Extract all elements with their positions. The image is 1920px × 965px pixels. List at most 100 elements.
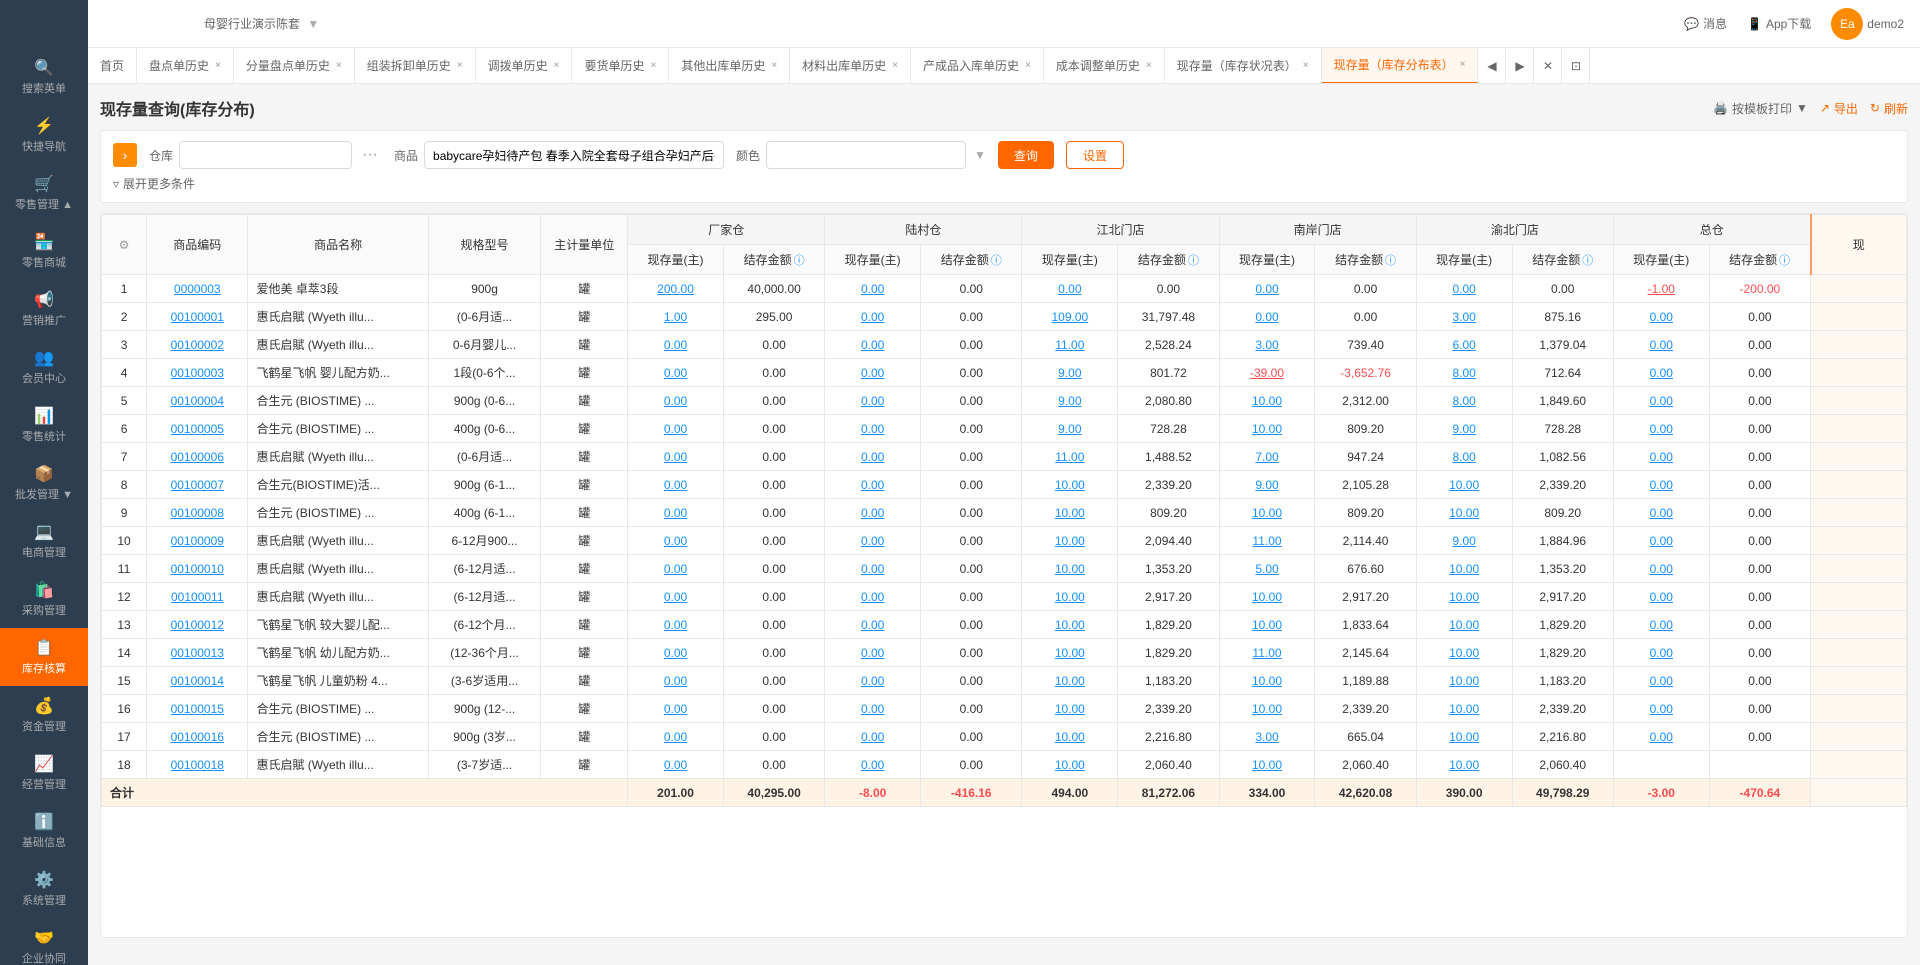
tab-assemble-history[interactable]: 组装拆卸单历史 ×	[355, 48, 476, 84]
yubei-qty-cell[interactable]: 3.00	[1416, 303, 1512, 331]
tab-close-icon[interactable]: ×	[892, 60, 898, 71]
code-cell[interactable]: 00100003	[147, 359, 248, 387]
sidebar-item-retail-mall[interactable]: 🏪 零售商城	[0, 222, 88, 280]
tab-close-icon[interactable]: ×	[457, 60, 463, 71]
yubei-qty-cell[interactable]: 0.00	[1416, 275, 1512, 303]
code-cell[interactable]: 00100010	[147, 555, 248, 583]
jiangbei-qty-cell[interactable]: 9.00	[1022, 387, 1118, 415]
total-qty-cell[interactable]: 0.00	[1613, 359, 1709, 387]
jiangbei-qty-cell[interactable]: 10.00	[1022, 723, 1118, 751]
code-cell[interactable]: 00100012	[147, 611, 248, 639]
nanan-qty-cell[interactable]: 11.00	[1219, 527, 1315, 555]
total-qty-cell[interactable]: 0.00	[1613, 331, 1709, 359]
tab-close-icon[interactable]: ×	[215, 60, 221, 71]
code-cell[interactable]: 0000003	[147, 275, 248, 303]
jiangbei-qty-cell[interactable]: 11.00	[1022, 443, 1118, 471]
factory-qty-cell[interactable]: 0.00	[628, 583, 724, 611]
export-btn[interactable]: ↗ 导出	[1820, 100, 1858, 117]
factory-qty-cell[interactable]: 0.00	[628, 443, 724, 471]
sidebar-item-quick-nav[interactable]: ⚡ 快捷导航	[0, 106, 88, 164]
total-qty-cell[interactable]	[1613, 751, 1709, 779]
app-download-btn[interactable]: 📱 App下载	[1747, 15, 1811, 32]
code-cell[interactable]: 00100014	[147, 667, 248, 695]
factory-qty-cell[interactable]: 0.00	[628, 611, 724, 639]
nanan-qty-cell[interactable]: 10.00	[1219, 583, 1315, 611]
total-qty-cell[interactable]: 0.00	[1613, 499, 1709, 527]
nanan-qty-cell[interactable]: 0.00	[1219, 275, 1315, 303]
yubei-qty-cell[interactable]: 6.00	[1416, 331, 1512, 359]
sidebar-item-marketing[interactable]: 📢 营销推广	[0, 280, 88, 338]
goods-input[interactable]	[424, 141, 724, 169]
nanan-qty-cell[interactable]: 3.00	[1219, 723, 1315, 751]
tab-material-out[interactable]: 材料出库单历史 ×	[790, 48, 911, 84]
total-qty-cell[interactable]: 0.00	[1613, 667, 1709, 695]
sidebar-item-member[interactable]: 👥 会员中心	[0, 338, 88, 396]
refresh-btn[interactable]: ↻ 刷新	[1870, 100, 1908, 117]
nanan-qty-cell[interactable]: 10.00	[1219, 667, 1315, 695]
lucun-qty-cell[interactable]: 0.00	[825, 583, 921, 611]
jiangbei-qty-cell[interactable]: 10.00	[1022, 667, 1118, 695]
jiangbei-qty-cell[interactable]: 11.00	[1022, 331, 1118, 359]
lucun-qty-cell[interactable]: 0.00	[825, 611, 921, 639]
lucun-qty-cell[interactable]: 0.00	[825, 387, 921, 415]
info-icon-1[interactable]: ⓘ	[794, 255, 805, 267]
data-table-container[interactable]: ⚙ 商品编码 商品名称 规格型号 主计量单位 厂家仓 陆村仓 江北门店 南岸门店…	[100, 213, 1908, 938]
total-qty-cell[interactable]: -1.00	[1613, 275, 1709, 303]
yubei-qty-cell[interactable]: 10.00	[1416, 723, 1512, 751]
jiangbei-qty-cell[interactable]: 10.00	[1022, 527, 1118, 555]
tab-purchase-order[interactable]: 要货单历史 ×	[572, 48, 669, 84]
yubei-qty-cell[interactable]: 10.00	[1416, 555, 1512, 583]
yubei-qty-cell[interactable]: 9.00	[1416, 527, 1512, 555]
sidebar-item-purchase[interactable]: 🛍️ 采购管理	[0, 570, 88, 628]
factory-qty-cell[interactable]: 0.00	[628, 667, 724, 695]
code-cell[interactable]: 00100011	[147, 583, 248, 611]
code-cell[interactable]: 00100008	[147, 499, 248, 527]
total-qty-cell[interactable]: 0.00	[1613, 303, 1709, 331]
lucun-qty-cell[interactable]: 0.00	[825, 667, 921, 695]
tab-stock-dist[interactable]: 现存量（库存分布表） ×	[1322, 48, 1479, 84]
settings-col-header[interactable]: ⚙	[102, 215, 147, 275]
total-qty-cell[interactable]: 0.00	[1613, 415, 1709, 443]
lucun-qty-cell[interactable]: 0.00	[825, 751, 921, 779]
factory-qty-cell[interactable]: 1.00	[628, 303, 724, 331]
code-cell[interactable]: 00100005	[147, 415, 248, 443]
code-cell[interactable]: 00100004	[147, 387, 248, 415]
yubei-qty-cell[interactable]: 10.00	[1416, 583, 1512, 611]
info-icon-3[interactable]: ⓘ	[1188, 255, 1199, 267]
lucun-qty-cell[interactable]: 0.00	[825, 695, 921, 723]
tab-stock-status[interactable]: 现存量（库存状况表） ×	[1165, 48, 1322, 84]
factory-qty-cell[interactable]: 0.00	[628, 527, 724, 555]
yubei-qty-cell[interactable]: 10.00	[1416, 611, 1512, 639]
total-qty-cell[interactable]: 0.00	[1613, 387, 1709, 415]
tab-next-btn[interactable]: ▶	[1506, 48, 1534, 84]
warehouse-more-btn[interactable]: ···	[358, 146, 382, 164]
nanan-qty-cell[interactable]: 10.00	[1219, 751, 1315, 779]
nanan-qty-cell[interactable]: 10.00	[1219, 415, 1315, 443]
nanan-qty-cell[interactable]: 10.00	[1219, 387, 1315, 415]
nanan-qty-cell[interactable]: 10.00	[1219, 695, 1315, 723]
total-qty-cell[interactable]: 0.00	[1613, 639, 1709, 667]
info-icon-2[interactable]: ⓘ	[991, 255, 1002, 267]
nanan-qty-cell[interactable]: 9.00	[1219, 471, 1315, 499]
code-cell[interactable]: 00100009	[147, 527, 248, 555]
yubei-qty-cell[interactable]: 8.00	[1416, 359, 1512, 387]
nanan-qty-cell[interactable]: -39.00	[1219, 359, 1315, 387]
jiangbei-qty-cell[interactable]: 10.00	[1022, 639, 1118, 667]
factory-qty-cell[interactable]: 0.00	[628, 387, 724, 415]
jiangbei-qty-cell[interactable]: 10.00	[1022, 751, 1118, 779]
code-cell[interactable]: 00100001	[147, 303, 248, 331]
tab-close-all-btn[interactable]: ✕	[1534, 48, 1562, 84]
tab-close-icon[interactable]: ×	[1025, 60, 1031, 71]
jiangbei-qty-cell[interactable]: 10.00	[1022, 471, 1118, 499]
print-btn[interactable]: 🖨️ 按模板打印 ▼	[1713, 100, 1808, 117]
yubei-qty-cell[interactable]: 10.00	[1416, 639, 1512, 667]
nanan-qty-cell[interactable]: 7.00	[1219, 443, 1315, 471]
lucun-qty-cell[interactable]: 0.00	[825, 359, 921, 387]
total-qty-cell[interactable]: 0.00	[1613, 555, 1709, 583]
total-qty-cell[interactable]: 0.00	[1613, 471, 1709, 499]
jiangbei-qty-cell[interactable]: 10.00	[1022, 611, 1118, 639]
yubei-qty-cell[interactable]: 10.00	[1416, 667, 1512, 695]
setting-button[interactable]: 设置	[1066, 141, 1124, 169]
factory-qty-cell[interactable]: 0.00	[628, 471, 724, 499]
jiangbei-qty-cell[interactable]: 109.00	[1022, 303, 1118, 331]
